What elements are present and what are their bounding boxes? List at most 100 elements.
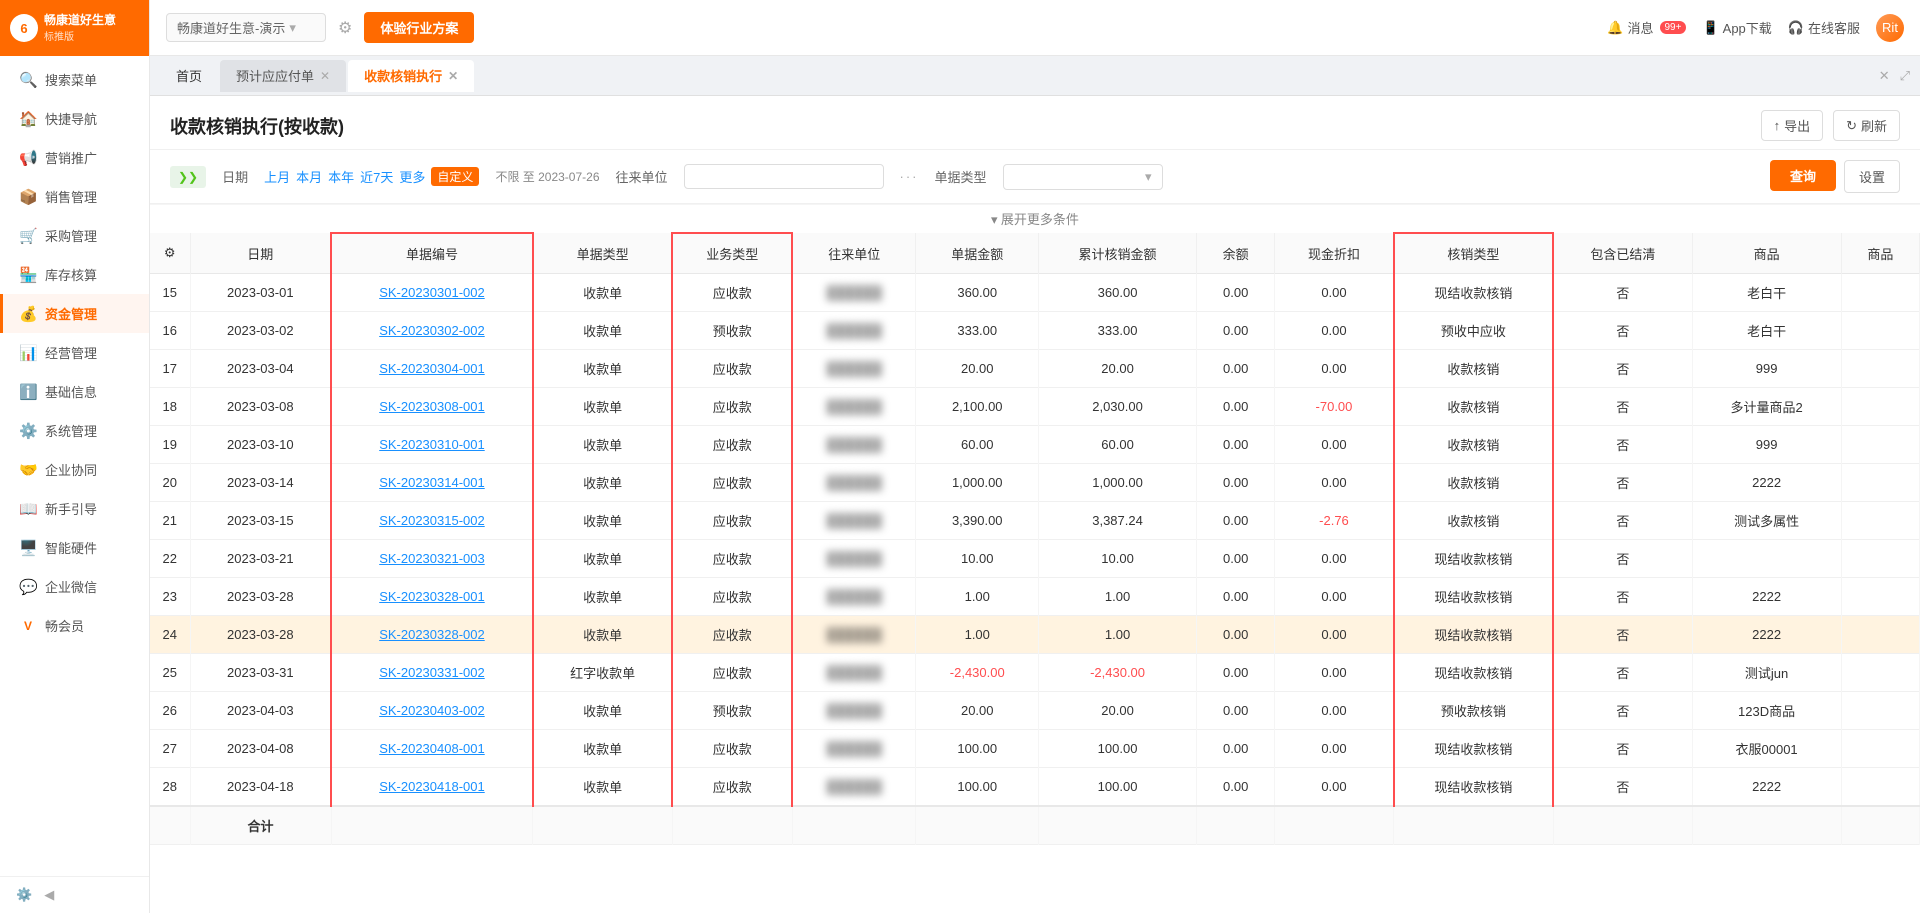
td-amount: 20.00 <box>916 350 1039 388</box>
td-doc-type: 收款单 <box>533 312 673 350</box>
th-product2[interactable]: 商品 <box>1841 233 1919 274</box>
doc-no-link[interactable]: SK-20230328-002 <box>379 627 485 642</box>
th-writeoff-amount[interactable]: 累计核销金额 <box>1039 233 1197 274</box>
doc-no-link[interactable]: SK-20230308-001 <box>379 399 485 414</box>
doc-no-link[interactable]: SK-20230321-003 <box>379 551 485 566</box>
date-label: 日期 <box>222 167 248 186</box>
online-service-btn[interactable]: 🎧 在线客服 <box>1788 18 1860 37</box>
counterparty-input[interactable] <box>695 169 815 184</box>
refresh-btn[interactable]: ↻ 刷新 <box>1833 110 1900 141</box>
sidebar-item-marketing[interactable]: 📢 营销推广 <box>0 138 149 177</box>
date-thisyear[interactable]: 本年 <box>328 167 354 186</box>
close-window-icon[interactable]: ✕ <box>1879 68 1890 84</box>
td-doc-no[interactable]: SK-20230418-001 <box>331 768 533 807</box>
solution-btn[interactable]: 体验行业方案 <box>364 12 474 43</box>
th-settings[interactable]: ⚙ <box>150 233 190 274</box>
sidebar-item-system[interactable]: ⚙️ 系统管理 <box>0 411 149 450</box>
date-7days[interactable]: 近7天 <box>360 167 393 186</box>
expand-window-icon[interactable]: ⤢ <box>1900 68 1910 84</box>
td-discount: 0.00 <box>1275 692 1394 730</box>
setting-btn[interactable]: 设置 <box>1844 160 1900 193</box>
counterparty-input-group[interactable] <box>684 164 884 189</box>
app-download-btn[interactable]: 📱 App下载 <box>1702 18 1771 37</box>
td-doc-no[interactable]: SK-20230403-002 <box>331 692 533 730</box>
doc-type-select[interactable]: ▾ <box>1003 164 1163 190</box>
th-date[interactable]: 日期 <box>190 233 331 274</box>
th-doc-no[interactable]: 单据编号 <box>331 233 533 274</box>
td-doc-no[interactable]: SK-20230331-002 <box>331 654 533 692</box>
gear-icon[interactable]: ⚙ <box>338 18 352 38</box>
td-doc-no[interactable]: SK-20230328-001 <box>331 578 533 616</box>
doc-no-link[interactable]: SK-20230302-002 <box>379 323 485 338</box>
doc-no-link[interactable]: SK-20230314-001 <box>379 475 485 490</box>
sidebar-item-search[interactable]: 🔍 搜索菜单 <box>0 60 149 99</box>
sidebar-item-hardware[interactable]: 🖥️ 智能硬件 <box>0 528 149 567</box>
export-btn[interactable]: ↑ 导出 <box>1761 110 1824 141</box>
td-balance: 0.00 <box>1197 312 1275 350</box>
sidebar-item-inventory[interactable]: 🏪 库存核算 <box>0 255 149 294</box>
sidebar-item-quicknav[interactable]: 🏠 快捷导航 <box>0 99 149 138</box>
td-doc-no[interactable]: SK-20230321-003 <box>331 540 533 578</box>
tab-receivable[interactable]: 预计应应付单 ✕ <box>220 60 346 92</box>
doc-no-link[interactable]: SK-20230301-002 <box>379 285 485 300</box>
sidebar-item-enterprise[interactable]: 🤝 企业协同 <box>0 450 149 489</box>
tab-home[interactable]: 首页 <box>160 60 218 92</box>
sidebar-item-sales[interactable]: 📦 销售管理 <box>0 177 149 216</box>
collapse-icon[interactable]: ◀ <box>44 887 54 903</box>
sidebar-item-operations[interactable]: 📊 经营管理 <box>0 333 149 372</box>
tab-receivable-close[interactable]: ✕ <box>320 69 330 83</box>
expand-bar[interactable]: ▾ 展开更多条件 <box>150 204 1920 232</box>
query-btn[interactable]: 查询 <box>1770 160 1836 191</box>
td-doc-no[interactable]: SK-20230308-001 <box>331 388 533 426</box>
tab-bar: 首页 预计应应付单 ✕ 收款核销执行 ✕ ✕ ⤢ <box>150 56 1920 96</box>
td-doc-no[interactable]: SK-20230302-002 <box>331 312 533 350</box>
doc-no-link[interactable]: SK-20230403-002 <box>379 703 485 718</box>
td-doc-no[interactable]: SK-20230304-001 <box>331 350 533 388</box>
sidebar-item-finance[interactable]: 💰 资金管理 <box>0 294 149 333</box>
th-counterparty[interactable]: 往来单位 <box>792 233 916 274</box>
date-lastmonth[interactable]: 上月 <box>264 167 290 186</box>
user-avatar[interactable]: Rit <box>1876 14 1904 42</box>
th-discount[interactable]: 现金折扣 <box>1275 233 1394 274</box>
sidebar-label-sales: 销售管理 <box>45 187 97 206</box>
th-doc-type[interactable]: 单据类型 <box>533 233 673 274</box>
doc-no-link[interactable]: SK-20230310-001 <box>379 437 485 452</box>
td-no: 27 <box>150 730 190 768</box>
td-product2 <box>1841 578 1919 616</box>
th-biz-type[interactable]: 业务类型 <box>672 233 792 274</box>
sidebar-item-basic[interactable]: ℹ️ 基础信息 <box>0 372 149 411</box>
doc-no-link[interactable]: SK-20230315-002 <box>379 513 485 528</box>
doc-no-link[interactable]: SK-20230408-001 <box>379 741 485 756</box>
doc-no-link[interactable]: SK-20230304-001 <box>379 361 485 376</box>
settings-icon[interactable]: ⚙️ <box>16 887 32 903</box>
company-dropdown[interactable]: 畅康道好生意-演示 ▾ <box>166 13 326 42</box>
td-product2 <box>1841 616 1919 654</box>
th-amount[interactable]: 单据金额 <box>916 233 1039 274</box>
filter-toggle-btn[interactable]: ❯❯ <box>170 166 206 188</box>
th-included[interactable]: 包含已结清 <box>1553 233 1692 274</box>
doc-no-link[interactable]: SK-20230331-002 <box>379 665 485 680</box>
sidebar-item-member[interactable]: V 畅会员 <box>0 606 149 645</box>
date-thismonth[interactable]: 本月 <box>296 167 322 186</box>
td-included: 否 <box>1553 730 1692 768</box>
td-doc-no[interactable]: SK-20230315-002 <box>331 502 533 540</box>
sidebar-item-guide[interactable]: 📖 新手引导 <box>0 489 149 528</box>
message-btn[interactable]: 🔔 消息 99+ <box>1607 18 1686 37</box>
ops-icon: 📊 <box>19 344 37 362</box>
doc-no-link[interactable]: SK-20230328-001 <box>379 589 485 604</box>
th-balance[interactable]: 余额 <box>1197 233 1275 274</box>
date-custom-btn[interactable]: 自定义 <box>431 167 479 186</box>
td-doc-no[interactable]: SK-20230328-002 <box>331 616 533 654</box>
th-writeoff-type[interactable]: 核销类型 <box>1394 233 1554 274</box>
td-doc-no[interactable]: SK-20230314-001 <box>331 464 533 502</box>
date-more[interactable]: 更多 <box>399 167 425 186</box>
sidebar-item-purchase[interactable]: 🛒 采购管理 <box>0 216 149 255</box>
doc-no-link[interactable]: SK-20230418-001 <box>379 779 485 794</box>
td-doc-no[interactable]: SK-20230310-001 <box>331 426 533 464</box>
td-doc-no[interactable]: SK-20230301-002 <box>331 274 533 312</box>
tab-writeoff[interactable]: 收款核销执行 ✕ <box>348 60 474 92</box>
td-doc-no[interactable]: SK-20230408-001 <box>331 730 533 768</box>
tab-writeoff-close[interactable]: ✕ <box>448 69 458 83</box>
th-product1[interactable]: 商品 <box>1692 233 1841 274</box>
sidebar-item-wechat[interactable]: 💬 企业微信 <box>0 567 149 606</box>
